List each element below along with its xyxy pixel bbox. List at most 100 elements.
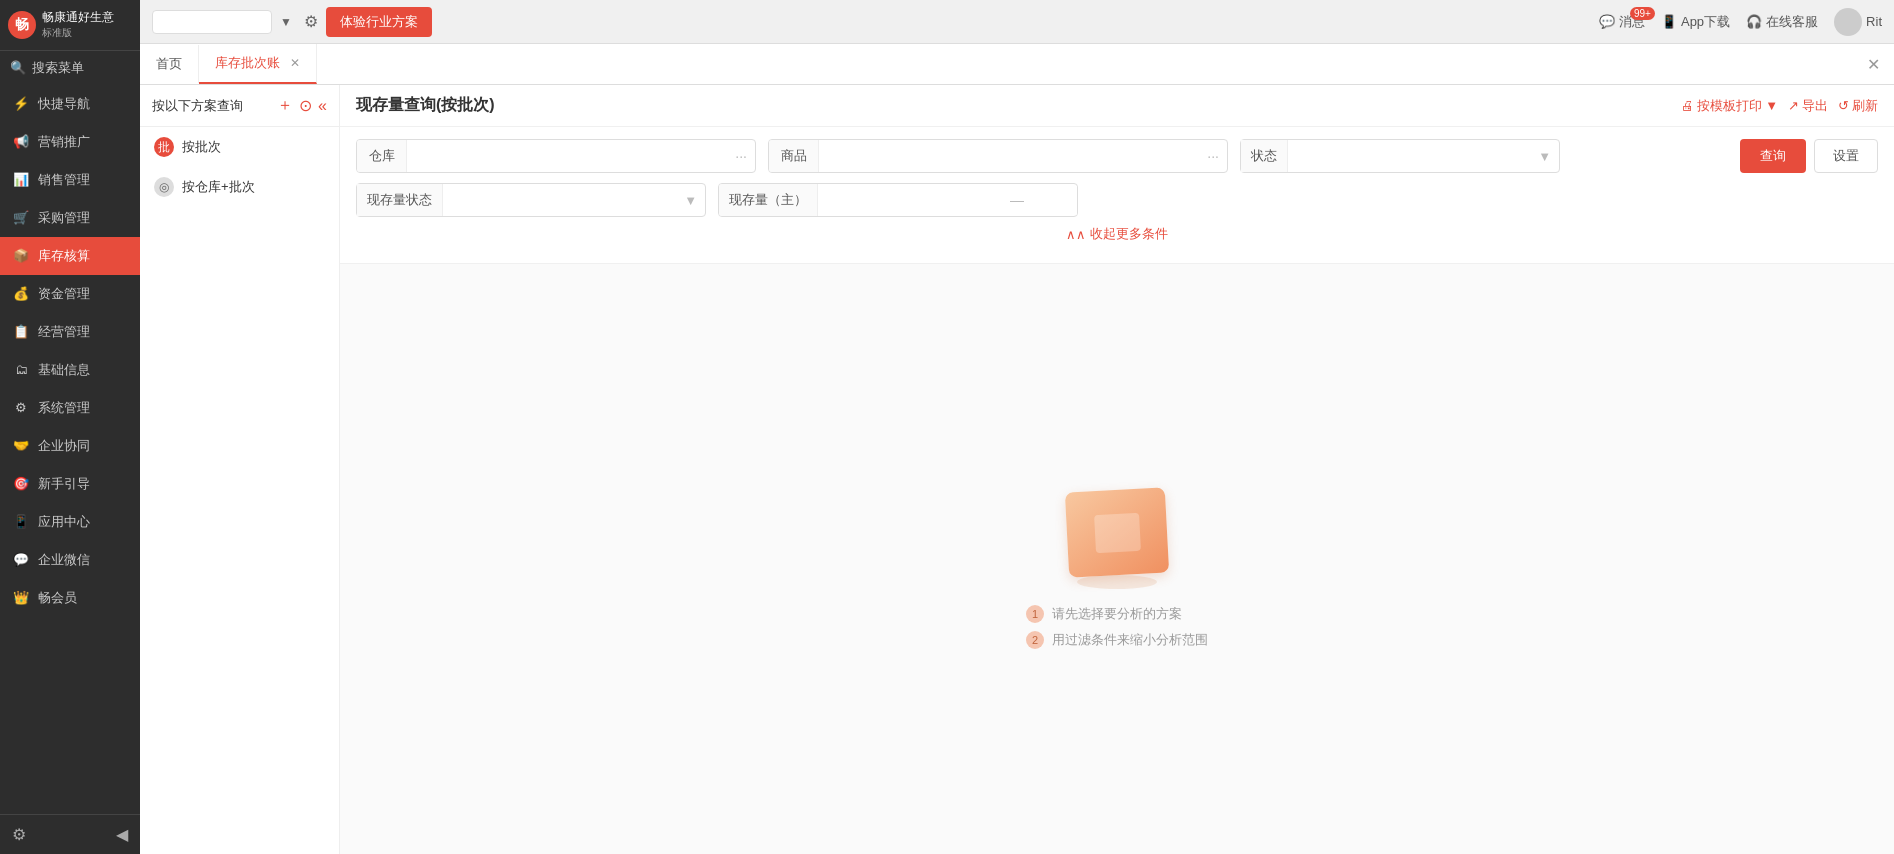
stock-status-arrow-icon[interactable]: ▼: [676, 186, 705, 215]
sidebar-item-marketing[interactable]: 📢 营销推广: [0, 123, 140, 161]
add-schema-icon[interactable]: ＋: [277, 95, 293, 116]
refresh-icon: ↺: [1838, 98, 1849, 113]
experience-btn[interactable]: 体验行业方案: [326, 7, 432, 37]
finance-icon: 💰: [12, 286, 30, 301]
stock-qty-min[interactable]: [818, 186, 1002, 215]
stock-qty-max[interactable]: [1032, 186, 1078, 215]
left-panel: 按以下方案查询 ＋ ⊙ « 批 按批次 ◎ 按仓库+批次: [140, 85, 340, 854]
enterprise-icon: 🤝: [12, 438, 30, 453]
topbar-search-input[interactable]: [152, 10, 272, 34]
schema-item-by-batch[interactable]: 批 按批次: [140, 127, 339, 167]
tab-batch-account[interactable]: 库存批次账 ✕: [199, 44, 317, 84]
settings-btn[interactable]: 设置: [1814, 139, 1878, 173]
app-logo: 畅: [8, 11, 36, 39]
sidebar-item-inventory[interactable]: 📦 库存核算: [0, 237, 140, 275]
sidebar-item-wechat[interactable]: 💬 企业微信: [0, 541, 140, 579]
stock-status-filter: 现存量状态 ▼: [356, 183, 706, 217]
product-dots[interactable]: ···: [1199, 141, 1227, 171]
left-panel-collapse-icon[interactable]: «: [318, 97, 327, 115]
messages-btn[interactable]: 💬 消息 99+: [1599, 13, 1645, 31]
stock-status-value[interactable]: [443, 193, 676, 207]
print-chevron-icon: ▼: [1765, 98, 1778, 113]
sidebar-item-new-guide[interactable]: 🎯 新手引导: [0, 465, 140, 503]
topbar: ▼ ⚙ 体验行业方案 💬 消息 99+ 📱 App下载 🎧 在线客服: [140, 0, 1894, 44]
search-menu[interactable]: 🔍 搜索菜单: [0, 51, 140, 85]
product-input[interactable]: [819, 142, 1199, 171]
page-header-actions: 🖨 按模板打印 ▼ ↗ 导出 ↺ 刷新: [1681, 97, 1878, 115]
empty-hint-1: 1 请先选择要分析的方案: [1026, 605, 1208, 623]
headphone-icon: 🎧: [1746, 14, 1762, 29]
content-area: 按以下方案查询 ＋ ⊙ « 批 按批次 ◎ 按仓库+批次 现存量查询(按批次): [140, 85, 1894, 854]
sidebar-item-quick-nav[interactable]: ⚡ 快捷导航: [0, 85, 140, 123]
topbar-chevron-icon[interactable]: ▼: [280, 15, 292, 29]
sidebar-item-app-center[interactable]: 📱 应用中心: [0, 503, 140, 541]
box-face: [1094, 512, 1141, 552]
sidebar-item-system[interactable]: ⚙ 系统管理: [0, 389, 140, 427]
sidebar-item-finance[interactable]: 💰 资金管理: [0, 275, 140, 313]
product-filter: 商品 ···: [768, 139, 1228, 173]
sidebar-item-member[interactable]: 👑 畅会员: [0, 579, 140, 617]
member-icon: 👑: [12, 590, 30, 605]
export-icon: ↗: [1788, 98, 1799, 113]
status-value[interactable]: [1288, 149, 1530, 163]
wechat-icon: 💬: [12, 552, 30, 567]
sidebar-nav: ⚡ 快捷导航 📢 营销推广 📊 销售管理 🛒 采购管理 📦 库存核算 💰 资金管…: [0, 85, 140, 814]
sidebar-item-enterprise[interactable]: 🤝 企业协同: [0, 427, 140, 465]
topbar-gear-icon[interactable]: ⚙: [304, 12, 318, 31]
tabs-bar: 首页 库存批次账 ✕ ✕: [140, 44, 1894, 85]
warehouse-input[interactable]: [407, 142, 727, 171]
tab-home[interactable]: 首页: [140, 45, 199, 83]
filter-area: 仓库 ··· 商品 ··· 状态 ▼ 查询: [340, 127, 1894, 264]
sidebar-item-basics[interactable]: 🗂 基础信息: [0, 351, 140, 389]
inventory-icon: 📦: [12, 248, 30, 263]
status-filter: 状态 ▼: [1240, 139, 1560, 173]
status-label: 状态: [1241, 140, 1288, 172]
user-menu-btn[interactable]: Rit: [1834, 8, 1882, 36]
sidebar-item-purchase[interactable]: 🛒 采购管理: [0, 199, 140, 237]
collapse-filter-btn[interactable]: ∧∧ 收起更多条件: [356, 217, 1878, 251]
footer-settings-icon[interactable]: ⚙: [12, 825, 26, 844]
collapse-icon: ∧∧: [1066, 227, 1086, 242]
stock-qty-label: 现存量（主）: [719, 184, 818, 216]
online-service-btn[interactable]: 🎧 在线客服: [1746, 13, 1818, 31]
operations-icon: 📋: [12, 324, 30, 339]
tab-close-batch-account[interactable]: ✕: [290, 56, 300, 70]
warehouse-dots[interactable]: ···: [727, 141, 755, 171]
empty-hints: 1 请先选择要分析的方案 2 用过滤条件来缩小分析范围: [1026, 605, 1208, 649]
tabs-close-all-btn[interactable]: ✕: [1853, 45, 1894, 84]
left-panel-header: 按以下方案查询 ＋ ⊙ «: [140, 85, 339, 127]
app-subtitle: 标准版: [42, 26, 114, 40]
footer-collapse-icon[interactable]: ◀: [116, 825, 128, 844]
user-avatar: [1834, 8, 1862, 36]
box-shadow: [1077, 575, 1157, 589]
schema-item-by-warehouse-batch[interactable]: ◎ 按仓库+批次: [140, 167, 339, 207]
basics-icon: 🗂: [12, 362, 30, 377]
sidebar-item-sales[interactable]: 📊 销售管理: [0, 161, 140, 199]
app-download-btn[interactable]: 📱 App下载: [1661, 13, 1730, 31]
product-label: 商品: [769, 140, 819, 172]
schema-settings-icon[interactable]: ⊙: [299, 96, 312, 115]
hint-num-1: 1: [1026, 605, 1044, 623]
print-btn[interactable]: 🖨 按模板打印 ▼: [1681, 97, 1778, 115]
sidebar-header: 畅 畅康通好生意 标准版: [0, 0, 140, 51]
stock-qty-filter: 现存量（主） —: [718, 183, 1078, 217]
status-arrow-icon[interactable]: ▼: [1530, 142, 1559, 171]
box-shape: [1065, 487, 1169, 577]
marketing-icon: 📢: [12, 134, 30, 149]
sidebar: 畅 畅康通好生意 标准版 🔍 搜索菜单 ⚡ 快捷导航 📢 营销推广 📊 销售管理…: [0, 0, 140, 854]
messages-badge: 99+: [1630, 7, 1655, 20]
refresh-btn[interactable]: ↺ 刷新: [1838, 97, 1878, 115]
right-panel: 现存量查询(按批次) 🖨 按模板打印 ▼ ↗ 导出 ↺ 刷新: [340, 85, 1894, 854]
sidebar-item-operations[interactable]: 📋 经营管理: [0, 313, 140, 351]
export-btn[interactable]: ↗ 导出: [1788, 97, 1828, 115]
page-header: 现存量查询(按批次) 🖨 按模板打印 ▼ ↗ 导出 ↺ 刷新: [340, 85, 1894, 127]
stock-status-label: 现存量状态: [357, 184, 443, 216]
schema-icon-warehouse-batch: ◎: [154, 177, 174, 197]
quick-nav-icon: ⚡: [12, 96, 30, 111]
empty-hint-2: 2 用过滤条件来缩小分析范围: [1026, 631, 1208, 649]
warehouse-filter: 仓库 ···: [356, 139, 756, 173]
hint-num-2: 2: [1026, 631, 1044, 649]
sales-icon: 📊: [12, 172, 30, 187]
query-btn[interactable]: 查询: [1740, 139, 1806, 173]
stock-qty-dash: —: [1002, 192, 1032, 208]
